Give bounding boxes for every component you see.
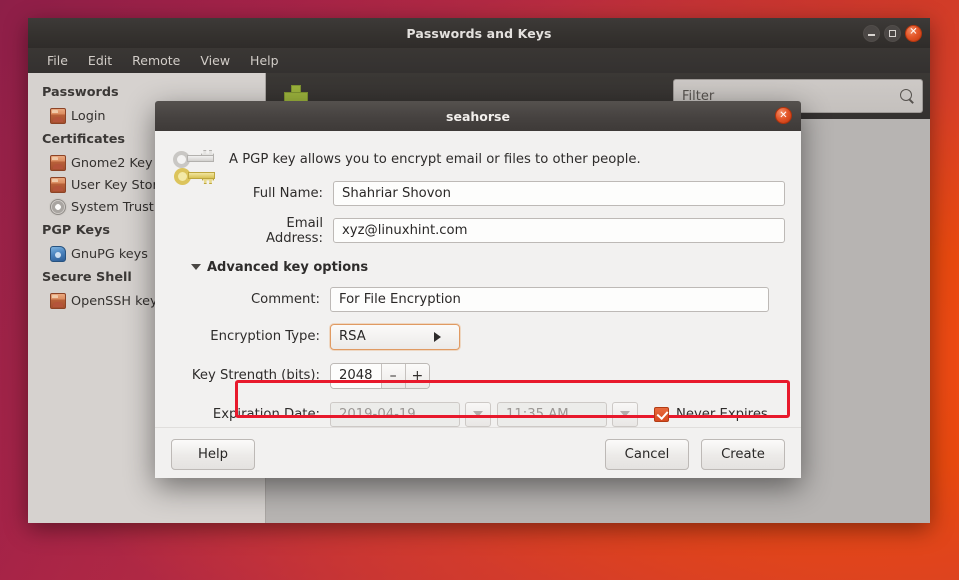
menu-help[interactable]: Help	[241, 51, 288, 70]
menu-remote[interactable]: Remote	[123, 51, 189, 70]
silver-key-teeth-icon	[201, 150, 214, 156]
gold-key-teeth-icon	[202, 178, 214, 184]
cancel-button[interactable]: Cancel	[605, 439, 689, 471]
dialog-title: seahorse	[446, 108, 510, 124]
full-name-field[interactable]: Shahriar Shovon	[333, 180, 785, 206]
dialog-intro: A PGP key allows you to encrypt email or…	[171, 145, 785, 246]
chevron-down-icon	[473, 411, 483, 418]
key-strength-increment-button[interactable]: +	[404, 363, 429, 388]
key-strength-row: Key Strength (bits): 2048 – +	[171, 362, 785, 389]
email-label: Email Address:	[266, 215, 323, 246]
chevron-down-icon	[620, 411, 630, 418]
keyring-icon	[50, 155, 66, 171]
sidebar-item-label: System Trust	[71, 199, 154, 215]
keyring-icon	[50, 108, 66, 124]
maximize-icon	[889, 29, 896, 37]
sidebar-item-label: Login	[71, 108, 106, 124]
window-controls: ✕	[863, 18, 922, 48]
never-expires-checkbox[interactable]: Never Expires	[654, 406, 768, 422]
dialog-body: A PGP key allows you to encrypt email or…	[155, 131, 801, 427]
dialog-footer: Help Cancel Create	[155, 426, 801, 478]
comment-field[interactable]: For File Encryption	[330, 286, 769, 312]
maximize-button[interactable]	[884, 24, 901, 42]
chevron-down-icon	[191, 264, 201, 271]
expiration-row: Expiration Date: 2019-04-19 11:35 AM Nev…	[171, 401, 785, 427]
silver-key-shaft-icon	[187, 155, 214, 162]
email-field[interactable]: xyz@linuxhint.com	[333, 218, 785, 244]
key-strength-decrement-button[interactable]: –	[380, 363, 405, 388]
expiration-time-field[interactable]: 11:35 AM	[497, 401, 607, 427]
close-icon: ✕	[909, 26, 918, 38]
advanced-key-options-label: Advanced key options	[207, 259, 369, 275]
menu-file[interactable]: File	[38, 51, 77, 70]
encryption-type-dropdown[interactable]: RSA	[330, 323, 460, 350]
key-strength-value[interactable]: 2048	[331, 363, 381, 388]
full-name-row: Full Name: Shahriar Shovon	[229, 180, 785, 206]
expiration-time-dropdown-button[interactable]	[612, 401, 638, 427]
close-button[interactable]: ✕	[905, 24, 922, 42]
expiration-date-field[interactable]: 2019-04-19	[330, 401, 460, 427]
checkbox-checked-icon	[654, 406, 669, 422]
dialog-close-button[interactable]: ✕	[775, 107, 792, 124]
gear-icon	[50, 199, 66, 215]
seahorse-dialog: seahorse ✕ A PGP key allows you to encry…	[155, 101, 801, 478]
minimize-button[interactable]	[863, 24, 880, 42]
pgp-key-icon	[171, 149, 217, 193]
comment-label: Comment:	[250, 291, 320, 307]
menubar: File Edit Remote View Help	[28, 48, 930, 73]
keyring-icon	[50, 177, 66, 193]
encryption-type-row: Encryption Type: RSA	[171, 323, 785, 350]
menu-edit[interactable]: Edit	[79, 51, 121, 70]
search-icon	[900, 89, 914, 103]
dialog-description: A PGP key allows you to encrypt email or…	[229, 152, 641, 167]
gold-key-shaft-icon	[188, 172, 215, 179]
encryption-type-value: RSA	[339, 329, 366, 345]
encryption-type-label: Encryption Type:	[210, 329, 320, 345]
window-title: Passwords and Keys	[406, 25, 552, 41]
expiration-date-label: Expiration Date:	[212, 406, 320, 422]
full-name-label: Full Name:	[252, 185, 323, 201]
gnupg-icon	[50, 246, 66, 262]
key-strength-stepper[interactable]: 2048 – +	[330, 362, 430, 389]
sidebar-item-label: GnuPG keys	[71, 246, 148, 262]
dialog-titlebar: seahorse ✕	[155, 101, 801, 131]
keyring-icon	[50, 293, 66, 309]
help-button[interactable]: Help	[171, 439, 255, 471]
sidebar-item-label: OpenSSH keys	[71, 293, 165, 309]
minimize-icon	[868, 34, 875, 36]
chevron-right-icon	[434, 331, 441, 342]
menu-view[interactable]: View	[191, 51, 239, 70]
create-button[interactable]: Create	[701, 439, 785, 471]
comment-row: Comment: For File Encryption	[171, 286, 785, 312]
email-row: Email Address: xyz@linuxhint.com	[229, 216, 785, 246]
key-strength-label: Key Strength (bits):	[191, 368, 320, 384]
advanced-key-options-toggle[interactable]: Advanced key options	[191, 260, 785, 275]
never-expires-label: Never Expires	[676, 406, 768, 422]
window-titlebar: Passwords and Keys ✕	[28, 18, 930, 48]
expiration-date-dropdown-button[interactable]	[465, 401, 491, 427]
dialog-action-buttons: Cancel Create	[605, 439, 785, 471]
